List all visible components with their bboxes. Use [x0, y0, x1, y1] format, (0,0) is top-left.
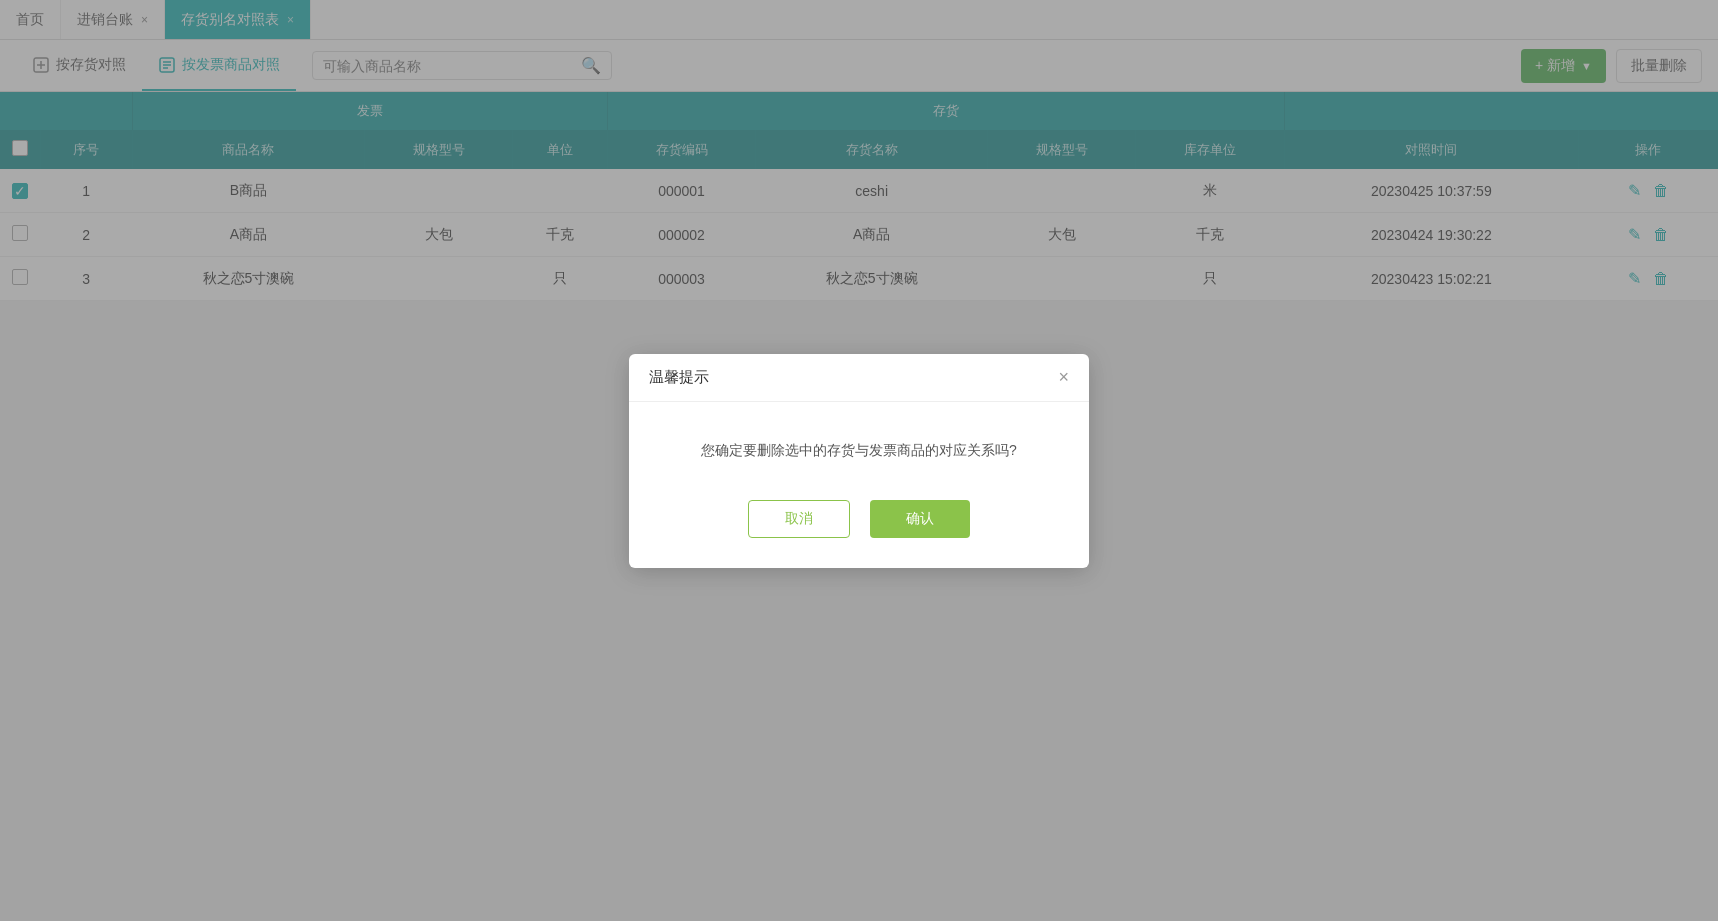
- overlay: 温馨提示 × 您确定要删除选中的存货与发票商品的对应关系吗? 取消 确认: [0, 0, 1718, 301]
